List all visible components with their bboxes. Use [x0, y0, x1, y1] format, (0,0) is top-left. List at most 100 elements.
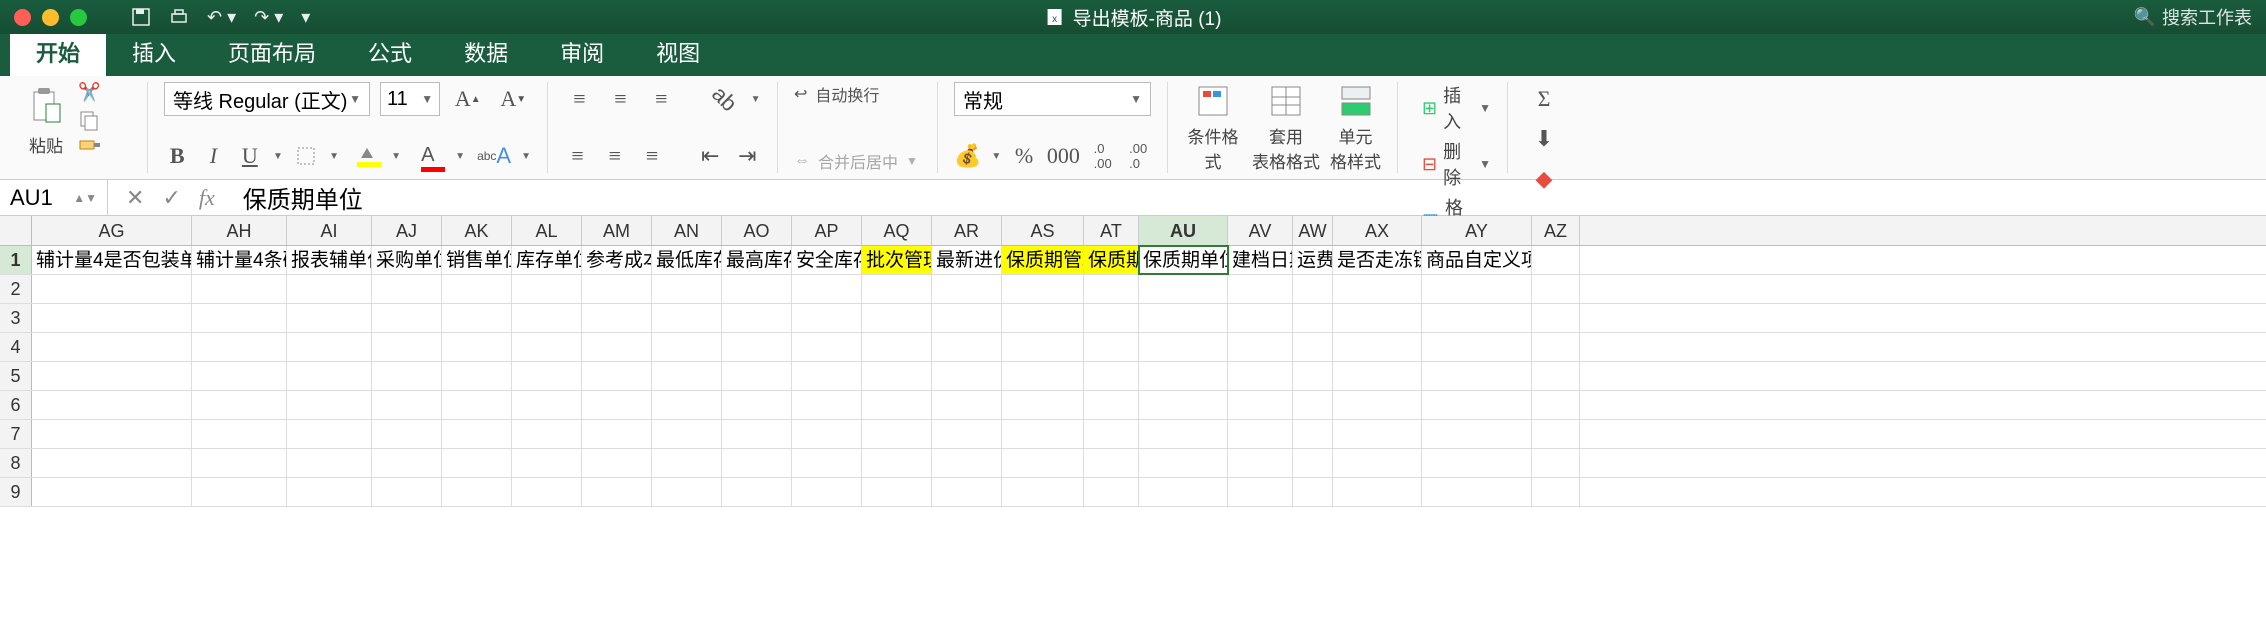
cell-AR3[interactable] — [932, 304, 1002, 332]
cell-AY7[interactable] — [1422, 420, 1532, 448]
currency-button[interactable]: 💰 — [954, 139, 981, 173]
cell-AJ4[interactable] — [372, 333, 442, 361]
cell-AI8[interactable] — [287, 449, 372, 477]
cell-AQ5[interactable] — [862, 362, 932, 390]
undo-icon[interactable]: ↶ ▾ — [207, 7, 236, 28]
cell-AN8[interactable] — [652, 449, 722, 477]
cell-AV7[interactable] — [1228, 420, 1293, 448]
cell-AK2[interactable] — [442, 275, 512, 303]
save-icon[interactable] — [131, 7, 151, 27]
column-header-AY[interactable]: AY — [1422, 216, 1532, 245]
workbook-search[interactable]: 🔍 搜索工作表 — [2134, 4, 2252, 30]
cell-AI7[interactable] — [287, 420, 372, 448]
cell-AI3[interactable] — [287, 304, 372, 332]
cell-AS7[interactable] — [1002, 420, 1084, 448]
cell-AW1[interactable]: 运费 — [1293, 246, 1333, 274]
column-header-AW[interactable]: AW — [1293, 216, 1333, 245]
align-top-icon[interactable]: ≡ — [564, 82, 595, 116]
cell-AU8[interactable] — [1139, 449, 1228, 477]
cell-AK6[interactable] — [442, 391, 512, 419]
qat-customize-icon[interactable]: ▾ — [301, 7, 310, 28]
row-header-6[interactable]: 6 — [0, 391, 32, 419]
cell-AL4[interactable] — [512, 333, 582, 361]
cell-AS4[interactable] — [1002, 333, 1084, 361]
name-box[interactable]: AU1▲▼ — [0, 180, 108, 215]
zoom-window-button[interactable] — [70, 9, 87, 26]
cell-AJ5[interactable] — [372, 362, 442, 390]
cut-icon[interactable]: ✂️ — [78, 82, 102, 103]
cell-AI6[interactable] — [287, 391, 372, 419]
cell-AL1[interactable]: 库存单位 — [512, 246, 582, 274]
cell-AT9[interactable] — [1084, 478, 1139, 506]
fill-color-button[interactable]: ▼ — [349, 139, 403, 173]
cell-AO8[interactable] — [722, 449, 792, 477]
cell-AL2[interactable] — [512, 275, 582, 303]
bold-button[interactable]: B — [164, 139, 190, 173]
cell-AT3[interactable] — [1084, 304, 1139, 332]
cell-AH6[interactable] — [192, 391, 287, 419]
cell-AK7[interactable] — [442, 420, 512, 448]
cell-AG3[interactable] — [32, 304, 192, 332]
cell-AX2[interactable] — [1333, 275, 1422, 303]
cell-AY3[interactable] — [1422, 304, 1532, 332]
cell-AH5[interactable] — [192, 362, 287, 390]
column-header-AX[interactable]: AX — [1333, 216, 1422, 245]
cell-AG4[interactable] — [32, 333, 192, 361]
cell-AJ3[interactable] — [372, 304, 442, 332]
cell-AY5[interactable] — [1422, 362, 1532, 390]
cell-AV1[interactable]: 建档日期 — [1228, 246, 1293, 274]
cell-AZ6[interactable] — [1532, 391, 1580, 419]
cell-AO5[interactable] — [722, 362, 792, 390]
cell-AZ5[interactable] — [1532, 362, 1580, 390]
cell-AP9[interactable] — [792, 478, 862, 506]
decrease-indent-icon[interactable]: ⇤ — [697, 139, 724, 173]
cell-AP4[interactable] — [792, 333, 862, 361]
cell-AP7[interactable] — [792, 420, 862, 448]
cell-AL7[interactable] — [512, 420, 582, 448]
cell-AW6[interactable] — [1293, 391, 1333, 419]
cell-AO2[interactable] — [722, 275, 792, 303]
column-header-AJ[interactable]: AJ — [372, 216, 442, 245]
cell-AP6[interactable] — [792, 391, 862, 419]
cell-AL5[interactable] — [512, 362, 582, 390]
cell-AZ4[interactable] — [1532, 333, 1580, 361]
cell-AN4[interactable] — [652, 333, 722, 361]
column-header-AQ[interactable]: AQ — [862, 216, 932, 245]
fx-icon[interactable]: fx — [199, 185, 215, 211]
cell-AJ9[interactable] — [372, 478, 442, 506]
cell-AR6[interactable] — [932, 391, 1002, 419]
print-icon[interactable] — [169, 7, 189, 27]
cell-AR2[interactable] — [932, 275, 1002, 303]
underline-button[interactable]: U — [237, 139, 263, 173]
merge-center-button[interactable]: ⇔合并后居中▼ — [794, 149, 921, 173]
cell-AI9[interactable] — [287, 478, 372, 506]
cell-AY1[interactable]: 商品自定义项 — [1422, 246, 1532, 274]
cell-AQ4[interactable] — [862, 333, 932, 361]
cell-AG1[interactable]: 辅计量4是否包装单位 — [32, 246, 192, 274]
cell-AV2[interactable] — [1228, 275, 1293, 303]
cell-AV9[interactable] — [1228, 478, 1293, 506]
column-header-AV[interactable]: AV — [1228, 216, 1293, 245]
cell-AI4[interactable] — [287, 333, 372, 361]
number-format-select[interactable]: 常规▼ — [954, 82, 1151, 116]
cell-styles-button[interactable]: 单元 格样式 — [1330, 83, 1381, 173]
increase-indent-icon[interactable]: ⇥ — [734, 139, 761, 173]
cell-AH8[interactable] — [192, 449, 287, 477]
font-name-select[interactable]: 等线 Regular (正文)▼ — [164, 82, 370, 116]
cell-AM7[interactable] — [582, 420, 652, 448]
cell-AW8[interactable] — [1293, 449, 1333, 477]
cell-AU4[interactable] — [1139, 333, 1228, 361]
increase-font-icon[interactable]: A▲ — [450, 82, 485, 116]
row-header-4[interactable]: 4 — [0, 333, 32, 361]
column-header-AG[interactable]: AG — [32, 216, 192, 245]
cell-AN2[interactable] — [652, 275, 722, 303]
cell-AQ2[interactable] — [862, 275, 932, 303]
row-header-3[interactable]: 3 — [0, 304, 32, 332]
cell-AM3[interactable] — [582, 304, 652, 332]
cell-AR1[interactable]: 最新进价 — [932, 246, 1002, 274]
column-header-AK[interactable]: AK — [442, 216, 512, 245]
cell-AX6[interactable] — [1333, 391, 1422, 419]
cell-AN6[interactable] — [652, 391, 722, 419]
cell-AK4[interactable] — [442, 333, 512, 361]
cell-AJ8[interactable] — [372, 449, 442, 477]
